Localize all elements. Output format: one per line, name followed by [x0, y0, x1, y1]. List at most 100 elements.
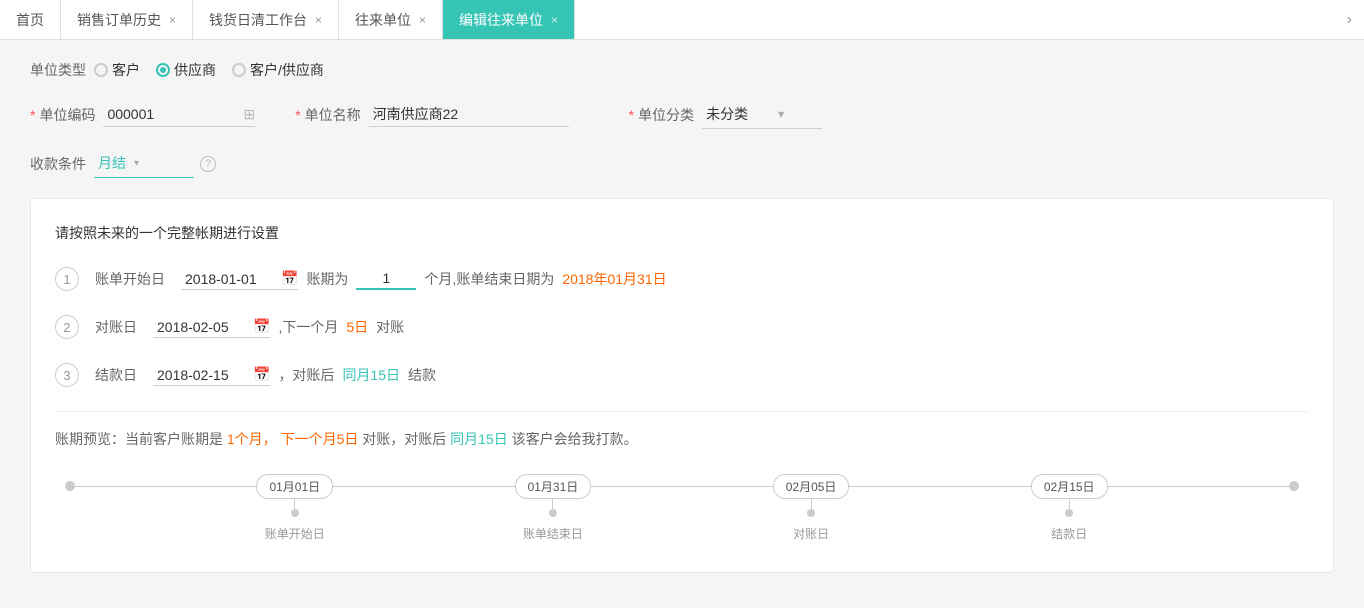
step3-content: 结款日 📅 ，对账后 同月15日 结款 — [95, 365, 436, 386]
step2-row: 2 对账日 📅 ,下一个月 5日 对账 — [55, 315, 1309, 339]
step2-date-input[interactable] — [153, 317, 253, 337]
tab-partner-unit[interactable]: 往来单位 × — [339, 0, 443, 39]
unit-code-input[interactable] — [103, 102, 243, 126]
radio-customer[interactable]: 客户 — [94, 60, 140, 80]
preview-text: 账期预览：当前客户账期是 1个月， 下一个月5日 对账，对账后 同月15日 该客… — [55, 428, 1309, 450]
timeline-badge-2: 01月31日 — [515, 474, 592, 499]
timeline-label-1: 账单开始日 — [265, 525, 325, 542]
tab-home-label: 首页 — [16, 10, 44, 30]
help-icon[interactable]: ? — [200, 156, 216, 172]
step3-suffix-highlight: 同月15日 — [342, 365, 400, 385]
preview-part2: 下一个月5日 — [281, 431, 359, 447]
step3-row: 3 结款日 📅 ，对账后 同月15日 结款 — [55, 363, 1309, 387]
timeline-dot-3 — [807, 509, 815, 517]
tab-cash-work-close[interactable]: × — [315, 14, 322, 26]
step1-date-group: 📅 — [181, 269, 298, 290]
step1-period-input[interactable] — [356, 268, 416, 290]
preview-label: 账期预览：当前客户账期是 — [55, 431, 223, 447]
timeline-dot-1 — [291, 509, 299, 517]
payment-arrow: ▾ — [134, 158, 139, 169]
radio-both[interactable]: 客户/供应商 — [232, 60, 324, 80]
radio-supplier-circle — [156, 63, 170, 77]
radio-both-label: 客户/供应商 — [250, 60, 324, 80]
payment-row: 收款条件 月结 ▾ ? — [30, 149, 1334, 178]
unit-name-required: * — [295, 107, 300, 123]
unit-type-group: 单位类型 客户 供应商 客户/供应商 — [30, 60, 324, 80]
unit-code-required: * — [30, 107, 35, 123]
tab-partner-unit-label: 往来单位 — [355, 10, 411, 30]
step2-calendar-icon[interactable]: 📅 — [253, 318, 270, 335]
timeline-connector-2 — [552, 499, 553, 509]
unit-info-row: * 单位编码 ⊞ * 单位名称 * 单位分类 未分类 ▾ — [30, 100, 1334, 129]
card-instruction: 请按照未来的一个完整帐期进行设置 — [55, 223, 1309, 243]
radio-group: 客户 供应商 客户/供应商 — [94, 60, 324, 80]
payment-label: 收款条件 — [30, 154, 86, 174]
tab-sales-history-close[interactable]: × — [169, 14, 176, 26]
step1-period-end: 2018年01月31日 — [562, 269, 666, 289]
step1-calendar-icon[interactable]: 📅 — [281, 270, 298, 287]
preview-part1: 1个月， — [227, 431, 277, 447]
copy-icon[interactable]: ⊞ — [243, 106, 255, 123]
payment-dropdown[interactable]: 月结 ▾ — [94, 149, 194, 178]
unit-category-group: * 单位分类 未分类 ▾ — [629, 100, 822, 129]
unit-category-value: 未分类 — [706, 104, 748, 124]
tab-edit-partner-close[interactable]: × — [551, 14, 558, 26]
tab-cash-work[interactable]: 钱货日清工作台 × — [193, 0, 339, 39]
preview-section: 账期预览：当前客户账期是 1个月， 下一个月5日 对账，对账后 同月15日 该客… — [55, 411, 1309, 542]
step2-content: 对账日 📅 ,下一个月 5日 对账 — [95, 317, 404, 338]
tab-edit-partner[interactable]: 编辑往来单位 × — [443, 0, 575, 39]
unit-category-label: 单位分类 — [638, 105, 694, 125]
timeline-label-3: 对账日 — [793, 525, 829, 542]
step2-label: 对账日 — [95, 317, 137, 337]
timeline-point-3: 02月05日 对账日 — [773, 474, 850, 542]
preview-part4: 同月15日 — [450, 431, 508, 447]
tab-edit-partner-label: 编辑往来单位 — [459, 10, 543, 30]
step2-suffix-post: 对账 — [376, 317, 404, 337]
tab-sales-history[interactable]: 销售订单历史 × — [61, 0, 193, 39]
timeline-connector-1 — [294, 499, 295, 509]
step1-period-suffix: 个月,账单结束日期为 — [424, 269, 554, 289]
step2-suffix-pre: ,下一个月 — [278, 317, 338, 337]
unit-type-label: 单位类型 — [30, 60, 86, 80]
step1-content: 账单开始日 📅 账期为 个月,账单结束日期为 2018年01月31日 — [95, 268, 667, 290]
step1-date-input[interactable] — [181, 269, 281, 289]
step1-number: 1 — [55, 267, 79, 291]
radio-supplier[interactable]: 供应商 — [156, 60, 216, 80]
tab-bar: 首页 销售订单历史 × 钱货日清工作台 × 往来单位 × 编辑往来单位 × › — [0, 0, 1364, 40]
step1-period-prefix: 账期为 — [306, 269, 348, 289]
tab-sales-history-label: 销售订单历史 — [77, 10, 161, 30]
timeline-start-dot — [65, 481, 75, 491]
step3-number: 3 — [55, 363, 79, 387]
tab-expand-button[interactable]: › — [1335, 11, 1364, 29]
payment-value: 月结 — [98, 153, 126, 173]
timeline-dot-2 — [549, 509, 557, 517]
timeline-container: 01月01日 账单开始日 01月31日 账单结束日 02月05日 — [55, 474, 1309, 542]
unit-code-label: 单位编码 — [39, 105, 95, 125]
timeline-badge-1: 01月01日 — [256, 474, 333, 499]
step2-date-group: 📅 — [153, 317, 270, 338]
tab-home[interactable]: 首页 — [0, 0, 61, 39]
step1-label: 账单开始日 — [95, 269, 165, 289]
unit-category-dropdown[interactable]: 未分类 ▾ — [702, 100, 822, 129]
timeline-connector-3 — [811, 499, 812, 509]
step2-suffix-highlight: 5日 — [346, 317, 368, 337]
radio-supplier-label: 供应商 — [174, 60, 216, 80]
step1-row: 1 账单开始日 📅 账期为 个月,账单结束日期为 2018年01月31日 — [55, 267, 1309, 291]
timeline-badge-4: 02月15日 — [1031, 474, 1108, 499]
unit-code-group: * 单位编码 ⊞ — [30, 102, 255, 127]
tab-partner-unit-close[interactable]: × — [419, 14, 426, 26]
step3-calendar-icon[interactable]: 📅 — [253, 366, 270, 383]
unit-category-arrow: ▾ — [778, 107, 784, 121]
tab-cash-work-label: 钱货日清工作台 — [209, 10, 307, 30]
unit-code-input-group: ⊞ — [103, 102, 255, 127]
step3-suffix-post: 结款 — [408, 365, 436, 385]
timeline-connector-4 — [1069, 499, 1070, 509]
unit-name-input[interactable] — [369, 102, 569, 127]
timeline-dot-4 — [1065, 509, 1073, 517]
step3-date-group: 📅 — [153, 365, 270, 386]
preview-part3: 对账，对账后 — [362, 431, 446, 447]
settings-card: 请按照未来的一个完整帐期进行设置 1 账单开始日 📅 账期为 个月,账单结束日期… — [30, 198, 1334, 573]
step3-date-input[interactable] — [153, 365, 253, 385]
step2-number: 2 — [55, 315, 79, 339]
timeline-label-2: 账单结束日 — [523, 525, 583, 542]
